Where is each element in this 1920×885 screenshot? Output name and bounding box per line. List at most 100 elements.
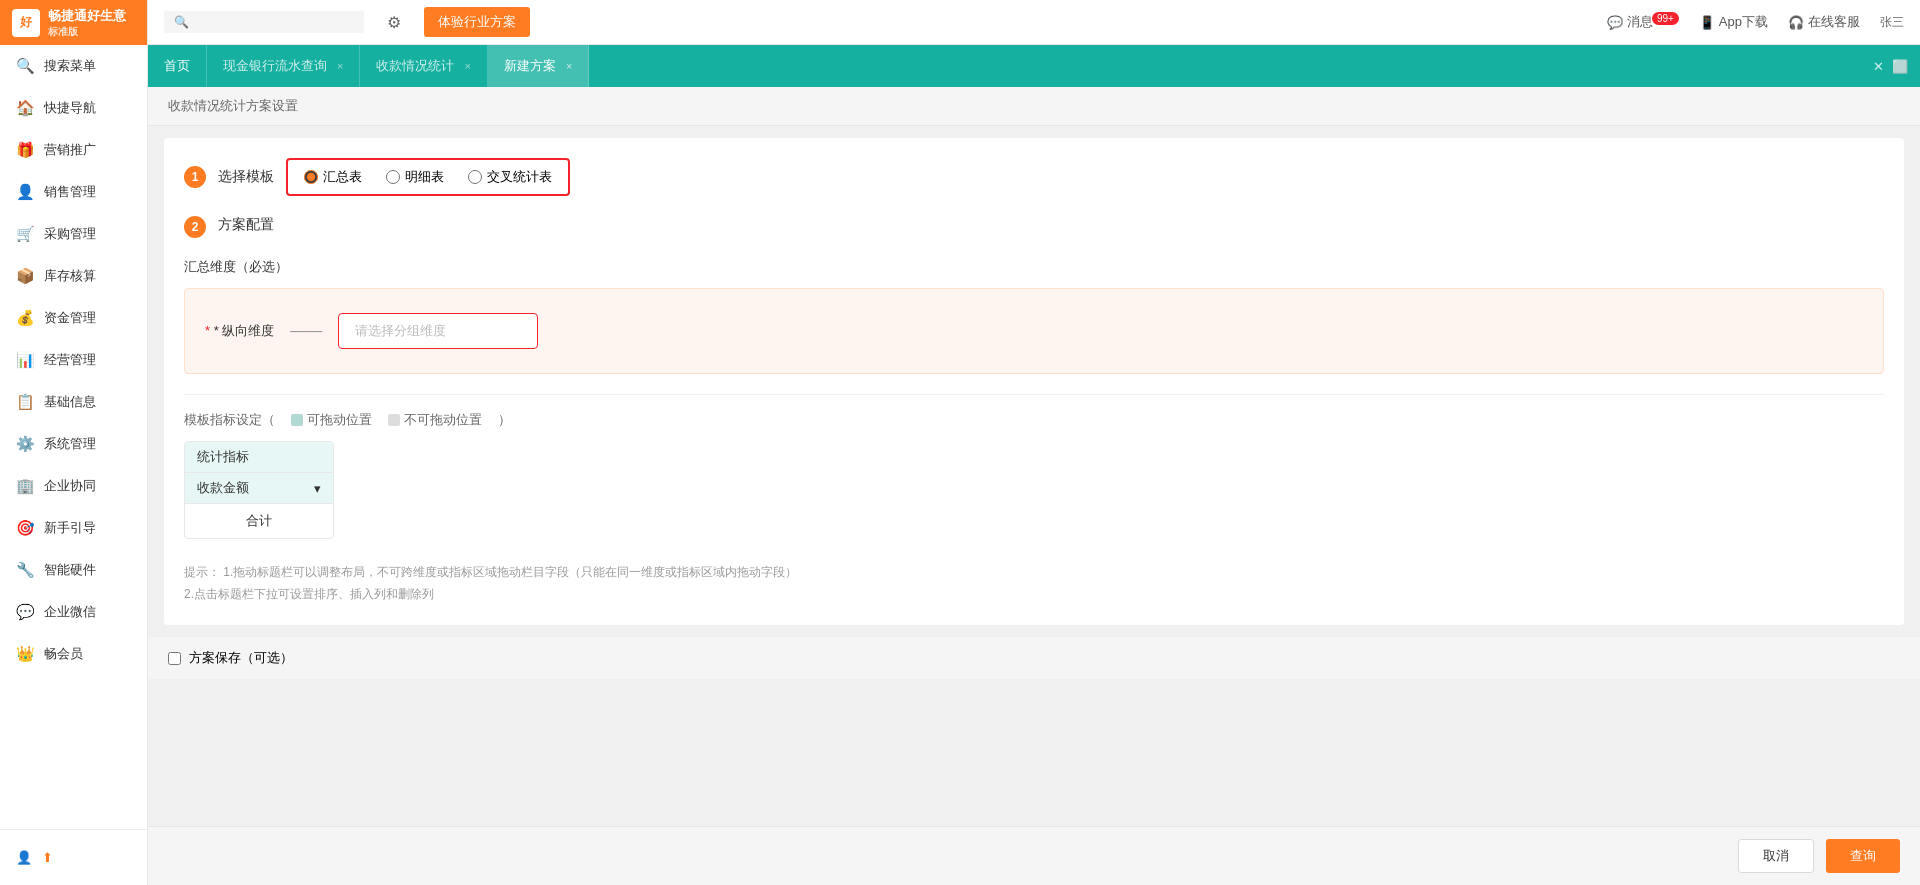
content-area: 收款情况统计方案设置 1 选择模板 汇总表 明细表 [148,87,1920,826]
option-cross-label: 交叉统计表 [487,168,552,186]
sidebar-item-label: 资金管理 [44,309,96,327]
radio-summary[interactable] [304,170,318,184]
vertical-dimension-label: * * 纵向维度 [205,322,274,340]
sidebar-item-wechat[interactable]: 💬 企业微信 [0,591,147,633]
metrics-col1-dropdown-icon[interactable]: ▾ [314,481,321,496]
crown-icon: 👑 [16,645,34,663]
close-window-icon[interactable]: ✕ [1873,59,1884,74]
sidebar-item-operation[interactable]: 📊 经营管理 [0,339,147,381]
dimension-area: * * 纵向维度 —— 请选择分组维度 [184,288,1884,374]
option-detail-label: 明细表 [405,168,444,186]
username: 张三 [1880,15,1904,29]
sidebar-item-inventory[interactable]: 📦 库存核算 [0,255,147,297]
tab-receipt-stats-label: 收款情况统计 [376,57,454,75]
sidebar-item-finance[interactable]: 💰 资金管理 [0,297,147,339]
save-checkbox[interactable] [168,652,181,665]
logo-icon: 好 [12,9,40,37]
metrics-group-label: 统计指标 [197,448,249,466]
draggable-label: 可拖动位置 [307,411,372,429]
download-label: App下载 [1719,13,1768,31]
dimension-select[interactable]: 请选择分组维度 [338,313,538,349]
tab-home[interactable]: 首页 [148,45,207,87]
breadcrumb-text: 收款情况统计方案设置 [168,98,298,113]
sidebar-item-label: 企业微信 [44,603,96,621]
sidebar: 好 畅捷通好生意 标准版 🔍 搜索菜单 🏠 快捷导航 🎁 营销推广 👤 销售管理… [0,0,148,885]
option-summary[interactable]: 汇总表 [304,168,362,186]
sidebar-logo: 好 畅捷通好生意 标准版 [0,0,147,45]
tab-receipt-stats[interactable]: 收款情况统计 × [360,45,487,87]
tab-bank-flow-close[interactable]: × [337,60,343,72]
sidebar-item-member[interactable]: 👑 畅会员 [0,633,147,675]
sidebar-item-search[interactable]: 🔍 搜索菜单 [0,45,147,87]
sidebar-item-label: 系统管理 [44,435,96,453]
step2-label: 方案配置 [218,216,274,234]
sidebar-item-label: 畅会员 [44,645,83,663]
user-display[interactable]: 张三 [1880,14,1904,31]
metrics-title-close: ） [498,411,511,429]
sidebar-item-label: 企业协同 [44,477,96,495]
sidebar-item-label: 采购管理 [44,225,96,243]
save-section: 方案保存（可选） [148,637,1920,679]
sidebar-item-enterprise[interactable]: 🏢 企业协同 [0,465,147,507]
step1-row: 1 选择模板 汇总表 明细表 交叉统计表 [184,158,1884,196]
topbar-search-box[interactable]: 🔍 [164,11,364,33]
tab-new-plan-label: 新建方案 [504,57,556,75]
industry-btn[interactable]: 体验行业方案 [424,7,530,37]
message-button[interactable]: 💬 消息 99+ [1607,13,1679,31]
template-options-container: 汇总表 明细表 交叉统计表 [286,158,570,196]
tab-spacer [589,45,1861,87]
sidebar-item-quick-nav[interactable]: 🏠 快捷导航 [0,87,147,129]
radio-detail[interactable] [386,170,400,184]
draggable-legend: 可拖动位置 [291,411,372,429]
maximize-window-icon[interactable]: ⬜ [1892,59,1908,74]
sidebar-bottom-item[interactable]: 👤 ⬆ [0,838,147,877]
metrics-table-wrapper: 统计指标 收款金额 ▾ 合计 [184,441,1884,542]
undraggable-label: 不可拖动位置 [404,411,482,429]
tab-home-label: 首页 [164,57,190,75]
radio-cross[interactable] [468,170,482,184]
settings-button[interactable]: ⚙ [380,8,408,36]
list-icon: 📋 [16,393,34,411]
wrench-icon: 🔧 [16,561,34,579]
building-icon: 🏢 [16,477,34,495]
logo-text: 畅捷通好生意 [48,7,126,25]
tab-bank-flow[interactable]: 现金银行流水查询 × [207,45,360,87]
sidebar-item-sales[interactable]: 👤 销售管理 [0,171,147,213]
step1-label: 选择模板 [218,168,274,186]
cancel-button[interactable]: 取消 [1738,839,1814,873]
sidebar-item-marketing[interactable]: 🎁 营销推广 [0,129,147,171]
sidebar-item-hardware[interactable]: 🔧 智能硬件 [0,549,147,591]
option-detail[interactable]: 明细表 [386,168,444,186]
step2-number: 2 [184,216,206,238]
download-button[interactable]: 📱 App下载 [1699,13,1768,31]
topbar-right: 💬 消息 99+ 📱 App下载 🎧 在线客服 张三 [1607,13,1904,31]
sidebar-item-system[interactable]: ⚙️ 系统管理 [0,423,147,465]
metrics-title-text: 模板指标设定（ [184,411,275,429]
metrics-group-header: 统计指标 [185,442,333,473]
sidebar-bottom: 👤 ⬆ [0,829,147,885]
metrics-section: 模板指标设定（ 可拖动位置 不可拖动位置 ） [184,394,1884,605]
undraggable-color-block [388,414,400,426]
metrics-col1-header[interactable]: 收款金额 ▾ [185,473,333,504]
tab-new-plan-close[interactable]: × [566,60,572,72]
sidebar-item-label: 经营管理 [44,351,96,369]
chart-icon: 📊 [16,351,34,369]
sidebar-item-guide[interactable]: 🎯 新手引导 [0,507,147,549]
main-area: 🔍 ⚙ 体验行业方案 💬 消息 99+ 📱 App下载 🎧 在线客服 张三 [148,0,1920,885]
option-cross[interactable]: 交叉统计表 [468,168,552,186]
service-button[interactable]: 🎧 在线客服 [1788,13,1860,31]
cart-icon: 🛒 [16,225,34,243]
money-icon: 💰 [16,309,34,327]
query-button[interactable]: 查询 [1826,839,1900,873]
user-avatar: 👤 [16,850,32,865]
sidebar-item-basic-info[interactable]: 📋 基础信息 [0,381,147,423]
tab-new-plan[interactable]: 新建方案 × [488,45,589,87]
sidebar-item-label: 新手引导 [44,519,96,537]
sidebar-item-purchase[interactable]: 🛒 采购管理 [0,213,147,255]
sidebar-item-label: 基础信息 [44,393,96,411]
tip-1: 提示： 1.拖动标题栏可以调整布局，不可跨维度或指标区域拖动栏目字段（只能在同一… [184,562,1884,584]
chat-icon: 💬 [16,603,34,621]
message-label: 消息 [1627,13,1653,31]
sidebar-item-label: 智能硬件 [44,561,96,579]
tab-receipt-stats-close[interactable]: × [464,60,470,72]
